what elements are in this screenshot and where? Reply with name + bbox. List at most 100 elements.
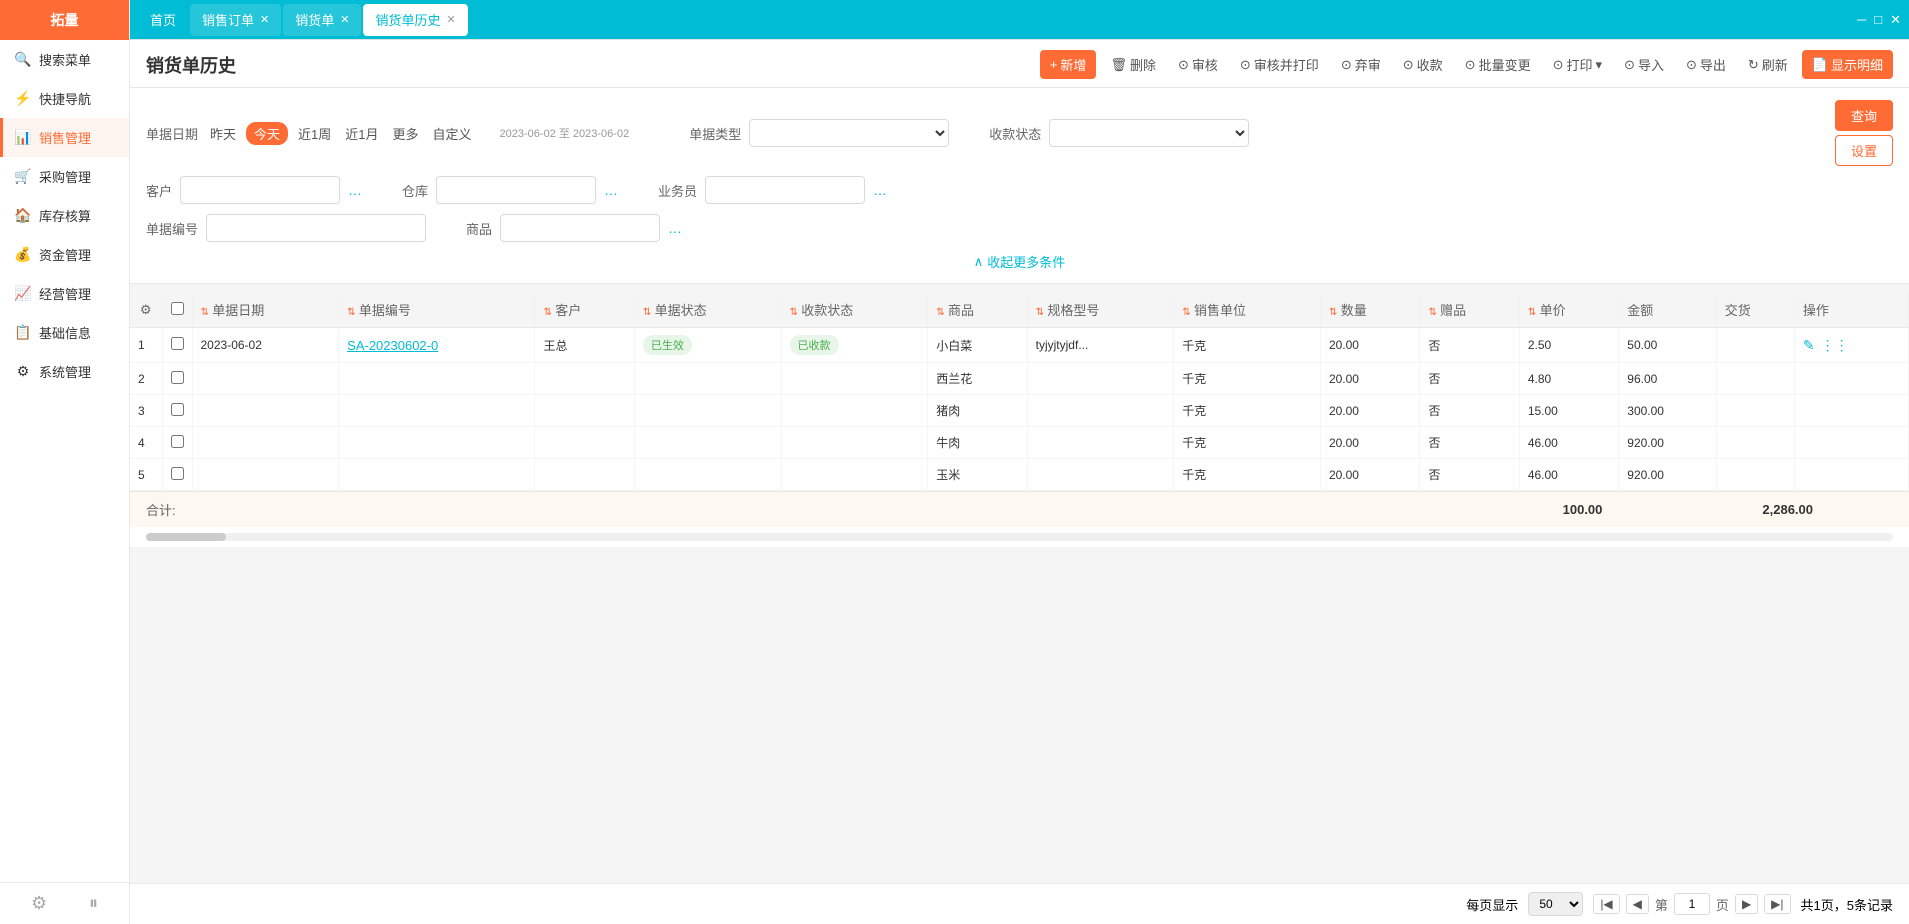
col-doc-status[interactable]: ⇅ 单据状态	[634, 292, 781, 328]
row-checkbox[interactable]	[171, 371, 184, 384]
payment-status-select[interactable]	[1049, 119, 1249, 147]
collapse-button[interactable]: ∧ 收起更多条件	[974, 252, 1066, 271]
maximize-btn[interactable]: □	[1874, 12, 1882, 27]
gear-icon[interactable]: ⚙	[140, 302, 152, 317]
col-sales-unit[interactable]: ⇅ 销售单位	[1174, 292, 1321, 328]
row-actions[interactable]	[1794, 395, 1908, 427]
salesperson-input[interactable]	[705, 176, 865, 204]
import-button[interactable]: ⊙ 导入	[1616, 51, 1672, 78]
tab-sales-history[interactable]: 销货单历史 ✕	[363, 4, 467, 36]
col-customer[interactable]: ⇅ 客户	[535, 292, 634, 328]
row-doc-no[interactable]: SA-20230602-0	[339, 328, 535, 363]
row-actions[interactable]: ✎ ⋮⋮	[1794, 328, 1908, 363]
scrollbar-thumb[interactable]	[146, 533, 226, 541]
page-size-select[interactable]: 50 100 200	[1528, 892, 1583, 916]
tab-home[interactable]: 首页	[138, 4, 188, 36]
row-checkbox-cell[interactable]	[162, 328, 192, 363]
col-payment-status[interactable]: ⇅ 收款状态	[781, 292, 928, 328]
row-doc-no[interactable]	[339, 427, 535, 459]
goods-ellipsis[interactable]: …	[668, 220, 682, 236]
minimize-btn[interactable]: ─	[1857, 12, 1866, 27]
date-btn-today[interactable]: 今天	[246, 122, 288, 145]
close-btn[interactable]: ✕	[1890, 12, 1901, 28]
date-btn-month[interactable]: 近1月	[341, 122, 382, 145]
tab-close-sales-goods[interactable]: ✕	[340, 13, 349, 26]
col-gift[interactable]: ⇅ 赠品	[1420, 292, 1519, 328]
sidebar-item-quick-nav[interactable]: ⚡ 快捷导航	[0, 79, 129, 118]
refresh-button[interactable]: ↻ 刷新	[1740, 51, 1796, 78]
sidebar-item-finance[interactable]: 💰 资金管理	[0, 235, 129, 274]
audit-button[interactable]: ⊙ 审核	[1170, 51, 1226, 78]
row-checkbox[interactable]	[171, 337, 184, 350]
tab-sales-order[interactable]: 销售订单 ✕	[190, 4, 281, 36]
add-button[interactable]: + 新增	[1040, 50, 1097, 79]
tab-sales-goods[interactable]: 销货单 ✕	[283, 4, 361, 36]
goods-input[interactable]	[500, 214, 660, 242]
tab-close-sales-order[interactable]: ✕	[260, 13, 269, 26]
col-qty[interactable]: ⇅ 数量	[1320, 292, 1419, 328]
row-doc-no[interactable]	[339, 395, 535, 427]
col-gear[interactable]: ⚙	[130, 292, 162, 328]
query-button[interactable]: 查询	[1835, 100, 1893, 131]
row-checkbox-cell[interactable]	[162, 427, 192, 459]
doc-no-input[interactable]	[206, 214, 426, 242]
row-checkbox-cell[interactable]	[162, 395, 192, 427]
warehouse-input[interactable]	[436, 176, 596, 204]
col-spec[interactable]: ⇅ 规格型号	[1027, 292, 1174, 328]
sidebar-settings-icon[interactable]: ⚙	[31, 893, 47, 914]
sidebar-item-search-menu[interactable]: 🔍 搜索菜单	[0, 40, 129, 79]
show-detail-button[interactable]: 📄 显示明细	[1802, 50, 1893, 79]
row-actions[interactable]	[1794, 427, 1908, 459]
date-btn-custom[interactable]: 自定义	[429, 122, 476, 145]
sidebar-item-inventory[interactable]: 🏠 库存核算	[0, 196, 129, 235]
row-checkbox-cell[interactable]	[162, 363, 192, 395]
page-input[interactable]	[1674, 893, 1710, 915]
more-icon[interactable]: ⋮⋮	[1821, 337, 1849, 354]
sidebar-item-operations[interactable]: 📈 经营管理	[0, 274, 129, 313]
prev-page-btn[interactable]: ◀	[1626, 894, 1649, 914]
row-doc-no[interactable]	[339, 459, 535, 491]
doc-type-select[interactable]	[749, 119, 949, 147]
row-doc-no[interactable]	[339, 363, 535, 395]
customer-input[interactable]	[180, 176, 340, 204]
edit-icon[interactable]: ✎	[1803, 337, 1815, 354]
date-btn-week[interactable]: 近1周	[294, 122, 335, 145]
first-page-btn[interactable]: |◀	[1593, 894, 1619, 914]
print-button[interactable]: ⊙ 打印 ▾	[1545, 51, 1610, 78]
salesperson-ellipsis[interactable]: …	[873, 182, 887, 198]
row-checkbox[interactable]	[171, 467, 184, 480]
row-actions[interactable]	[1794, 459, 1908, 491]
row-checkbox[interactable]	[171, 435, 184, 448]
abandon-button[interactable]: ⊙ 弃审	[1333, 51, 1389, 78]
col-unit-price[interactable]: ⇅ 单价	[1519, 292, 1618, 328]
warehouse-ellipsis[interactable]: …	[604, 182, 618, 198]
select-all-checkbox[interactable]	[171, 302, 184, 315]
collect-button[interactable]: ⊙ 收款	[1395, 51, 1451, 78]
sidebar-collapse-icon[interactable]: ⏸	[89, 893, 98, 914]
sidebar-item-purchase-mgmt[interactable]: 🛒 采购管理	[0, 157, 129, 196]
settings-button[interactable]: 设置	[1835, 135, 1893, 166]
tab-close-sales-history[interactable]: ✕	[447, 13, 456, 26]
main-area: 首页 销售订单 ✕ 销货单 ✕ 销货单历史 ✕ ─ □ ✕ 销货单历史 +	[130, 0, 1909, 924]
col-doc-no[interactable]: ⇅ 单据编号	[339, 292, 535, 328]
col-doc-date[interactable]: ⇅ 单据日期	[192, 292, 339, 328]
sidebar-item-base-info[interactable]: 📋 基础信息	[0, 313, 129, 352]
payment-status-filter: 收款状态	[989, 119, 1249, 147]
delete-button[interactable]: 🗑 删除	[1102, 51, 1164, 78]
customer-ellipsis[interactable]: …	[348, 182, 362, 198]
scrollbar-track[interactable]	[146, 533, 1893, 541]
batch-change-button[interactable]: ⊙ 批量变更	[1457, 51, 1539, 78]
last-page-btn[interactable]: ▶|	[1764, 894, 1790, 914]
next-page-btn[interactable]: ▶	[1735, 894, 1758, 914]
export-button[interactable]: ⊙ 导出	[1678, 51, 1734, 78]
row-actions[interactable]	[1794, 363, 1908, 395]
sidebar-item-sales-mgmt[interactable]: 📊 销售管理	[0, 118, 129, 157]
row-checkbox[interactable]	[171, 403, 184, 416]
col-goods[interactable]: ⇅ 商品	[928, 292, 1027, 328]
sidebar-item-sys-admin[interactable]: ⚙ 系统管理	[0, 352, 129, 391]
date-btn-more[interactable]: 更多	[389, 122, 423, 145]
sidebar-item-label: 库存核算	[39, 206, 91, 225]
audit-print-button[interactable]: ⊙ 审核并打印	[1232, 51, 1327, 78]
date-btn-yesterday[interactable]: 昨天	[206, 122, 240, 145]
row-checkbox-cell[interactable]	[162, 459, 192, 491]
